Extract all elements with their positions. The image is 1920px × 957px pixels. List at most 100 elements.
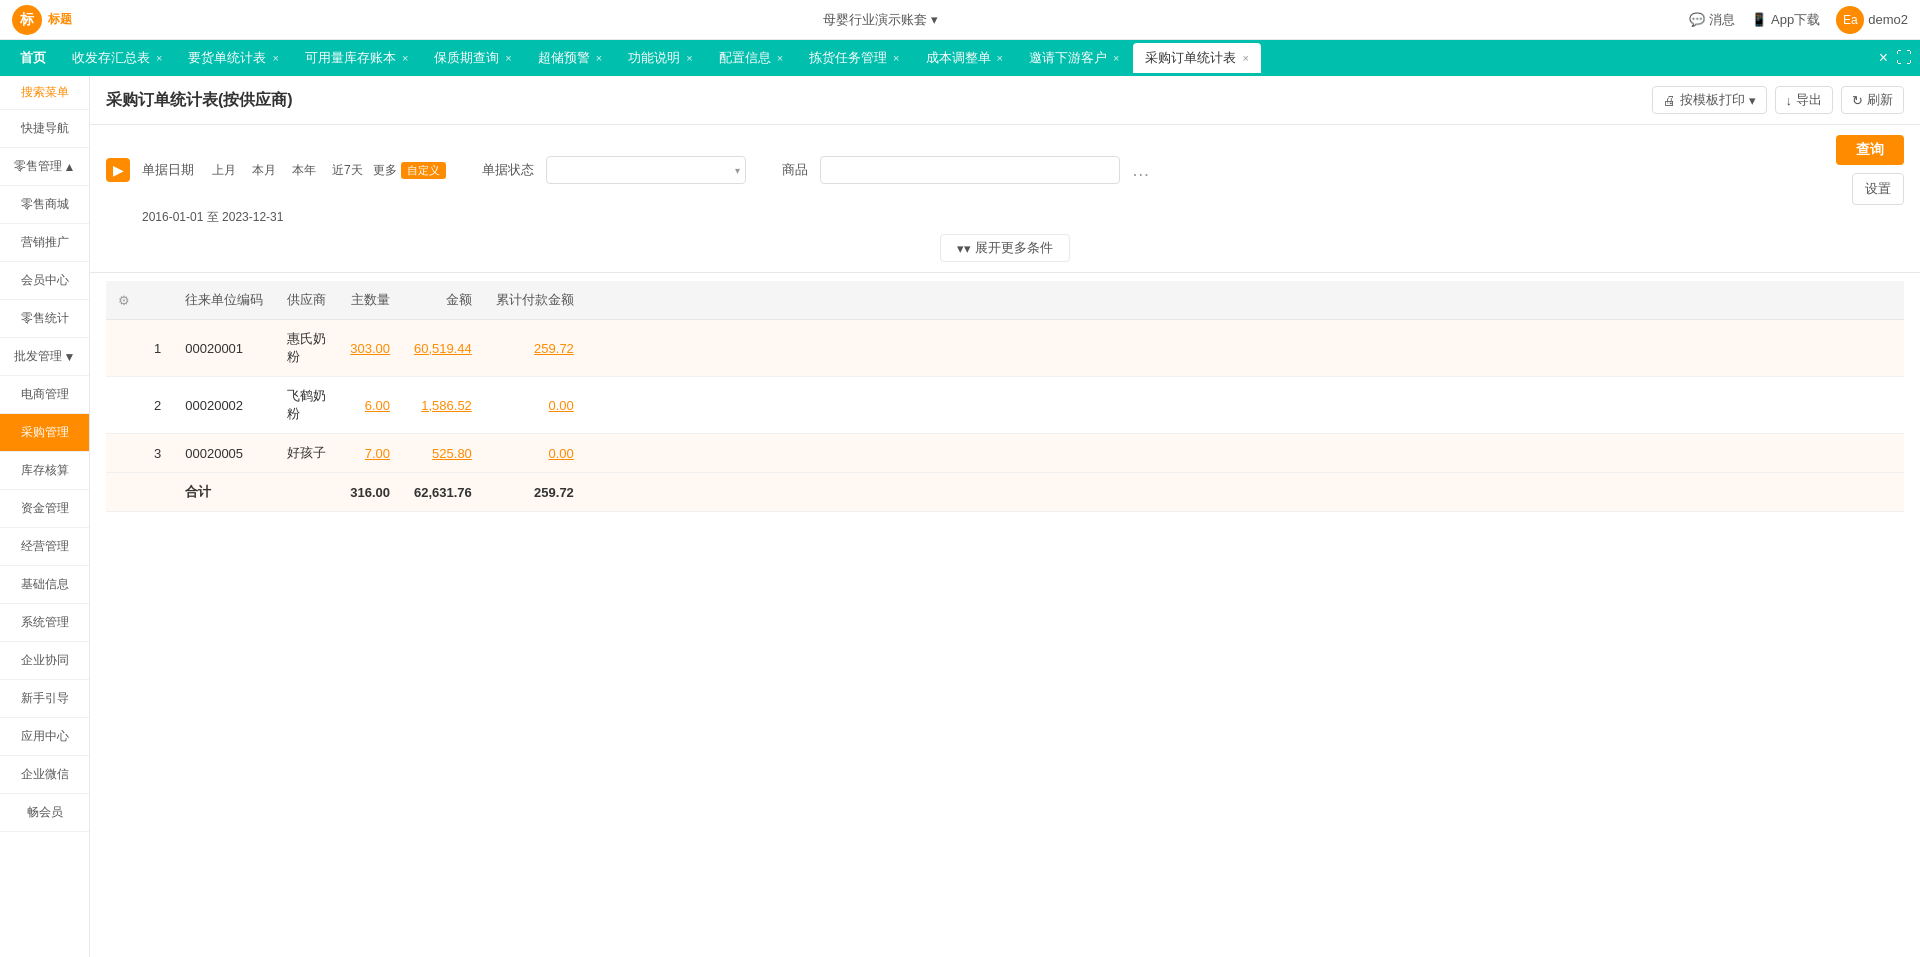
tab-shoufahuizong-label: 收发存汇总表 [72, 49, 150, 67]
tab-yaoqingxiayouke[interactable]: 邀请下游客户 × [1017, 43, 1131, 73]
row-amount: 525.80 [402, 434, 484, 473]
app-label: App下载 [1771, 11, 1820, 29]
tab-gongnengshuo-close-icon[interactable]: × [686, 52, 692, 64]
date-shortcut-more[interactable]: 更多 [373, 162, 397, 179]
tab-shoufahuizong[interactable]: 收发存汇总表 × [60, 43, 174, 73]
sidebar-qiye-label: 企业协同 [21, 653, 69, 667]
tab-yaohuodantongji[interactable]: 要货单统计表 × [176, 43, 290, 73]
date-shortcut-last-month[interactable]: 上月 [206, 160, 242, 181]
sidebar-item-jichuxinxi[interactable]: 基础信息 [0, 566, 89, 604]
sidebar-item-kuaijiedaohang[interactable]: 快捷导航 [0, 110, 89, 148]
row-settings-cell[interactable] [106, 434, 142, 473]
user-avatar-text: Ea [1843, 13, 1858, 27]
row-index: 2 [142, 377, 173, 434]
sidebar-item-changhui[interactable]: 畅会员 [0, 794, 89, 832]
sidebar-item-dianshanguanli[interactable]: 电商管理 [0, 376, 89, 414]
sidebar-item-yingxiaotuiguang[interactable]: 营销推广 [0, 224, 89, 262]
refresh-button[interactable]: ↻ 刷新 [1841, 86, 1904, 114]
status-select[interactable] [546, 156, 746, 184]
tab-chengbentiaozhen-label: 成本调整单 [926, 49, 991, 67]
col-unit-code-header: 往来单位编码 [173, 281, 275, 320]
tab-baobaoqixian-close-icon[interactable]: × [505, 52, 511, 64]
query-button[interactable]: 查询 [1836, 135, 1904, 165]
row-paid-amount: 0.00 [484, 434, 586, 473]
row-settings-cell[interactable] [106, 377, 142, 434]
status-select-wrapper: ▾ [546, 156, 746, 184]
sidebar-item-sousuoyingdan[interactable]: 搜索菜单 [0, 76, 89, 110]
col-settings-header[interactable]: ⚙ [106, 281, 142, 320]
app-download-button[interactable]: 📱 App下载 [1751, 11, 1820, 29]
sidebar-item-caigouguanli[interactable]: 采购管理 [0, 414, 89, 452]
expand-more-button[interactable]: ▾▾ 展开更多条件 [940, 234, 1070, 262]
app-icon: 📱 [1751, 12, 1767, 27]
row-unit-code: 00020002 [173, 377, 275, 434]
tab-yaoqingxiayouke-label: 邀请下游客户 [1029, 49, 1107, 67]
date-shortcut-this-month[interactable]: 本月 [246, 160, 282, 181]
sidebar-item-zijinguanli[interactable]: 资金管理 [0, 490, 89, 528]
tab-keyongliangkucun-close-icon[interactable]: × [402, 52, 408, 64]
tab-peizhixinxi-close-icon[interactable]: × [777, 52, 783, 64]
settings-button[interactable]: 设置 [1852, 173, 1904, 205]
tab-home[interactable]: 首页 [8, 43, 58, 73]
export-label: 导出 [1796, 91, 1822, 109]
filter-toggle-button[interactable]: ▶ [106, 158, 130, 182]
tab-peizhixinxi[interactable]: 配置信息 × [707, 43, 795, 73]
filter-date-range: 2016-01-01 至 2023-12-31 [142, 209, 283, 226]
sidebar-item-jingyinguanli[interactable]: 经营管理 [0, 528, 89, 566]
sidebar-item-yingyongzhongxin[interactable]: 应用中心 [0, 718, 89, 756]
sidebar-kucun-label: 库存核算 [21, 463, 69, 477]
date-custom-badge[interactable]: 自定义 [401, 162, 446, 179]
sidebar-item-pifaguanli[interactable]: 批发管理 ▼ [0, 338, 89, 376]
date-shortcut-this-year[interactable]: 本年 [286, 160, 322, 181]
sidebar-changhui-label: 畅会员 [27, 805, 63, 819]
tab-yaohuodantongji-label: 要货单统计表 [188, 49, 266, 67]
sidebar-item-qiyeweixin[interactable]: 企业微信 [0, 756, 89, 794]
tab-baobaoqixian[interactable]: 保质期查询 × [422, 43, 523, 73]
logo-text: 标题 [48, 11, 72, 28]
print-button[interactable]: 🖨 按模板打印 ▾ [1652, 86, 1767, 114]
row-supplier: 好孩子 [275, 434, 338, 473]
close-all-icon[interactable]: × [1879, 49, 1888, 67]
goods-more-icon[interactable]: … [1132, 161, 1150, 179]
sidebar-item-huiyuanzhongxin[interactable]: 会员中心 [0, 262, 89, 300]
sidebar-item-xinshouyindao[interactable]: 新手引导 [0, 680, 89, 718]
message-icon: 💬 [1689, 12, 1705, 27]
message-button[interactable]: 💬 消息 [1689, 11, 1735, 29]
export-button[interactable]: ↓ 导出 [1775, 86, 1834, 114]
tab-gongnengshuo[interactable]: 功能说明 × [616, 43, 704, 73]
tab-shoufahuizong-close-icon[interactable]: × [156, 52, 162, 64]
sidebar-item-lingshoushangyebiaooti[interactable]: 零售管理 ▲ [0, 148, 89, 186]
sidebar-yingyong-label: 应用中心 [21, 729, 69, 743]
sidebar-item-lingshoutongji[interactable]: 零售统计 [0, 300, 89, 338]
workspace-selector[interactable]: 母婴行业演示账套 ▾ [823, 11, 938, 29]
tab-chaochuyujing[interactable]: 超储预警 × [526, 43, 614, 73]
page-title: 采购订单统计表(按供应商) [106, 90, 293, 111]
logo-letter: 标 [20, 11, 34, 29]
sidebar-item-qiyexietong[interactable]: 企业协同 [0, 642, 89, 680]
row-settings-cell[interactable] [106, 320, 142, 377]
tab-paihuorenwu[interactable]: 拣货任务管理 × [797, 43, 911, 73]
tab-chengbentiaozhen-close-icon[interactable]: × [997, 52, 1003, 64]
sidebar-pifa-label: 批发管理 [14, 348, 62, 365]
user-area[interactable]: Ea demo2 [1836, 6, 1908, 34]
sidebar-item-kucunhecuan[interactable]: 库存核算 [0, 452, 89, 490]
tab-yaohuodantongji-close-icon[interactable]: × [272, 52, 278, 64]
table-row: 3 00020005 好孩子 7.00 525.80 0.00 [106, 434, 1904, 473]
fullscreen-icon[interactable]: ⛶ [1896, 49, 1912, 67]
table-row: 1 00020001 惠氏奶粉 303.00 60,519.44 259.72 [106, 320, 1904, 377]
tab-keyongliangkucun[interactable]: 可用量库存账本 × [293, 43, 420, 73]
tab-chaochuyujing-close-icon[interactable]: × [596, 52, 602, 64]
date-shortcut-7days[interactable]: 近7天 [326, 160, 369, 181]
sidebar-item-lingshoushangyebiaooti2[interactable]: 零售商城 [0, 186, 89, 224]
sidebar-item-xitonguanli[interactable]: 系统管理 [0, 604, 89, 642]
tab-chaochuyujing-label: 超储预警 [538, 49, 590, 67]
tab-caigoudingtantongji-close-icon[interactable]: × [1242, 52, 1248, 64]
goods-input[interactable] [820, 156, 1120, 184]
sidebar-pifa-arrow-icon: ▼ [64, 350, 76, 364]
tab-paihuorenwu-close-icon[interactable]: × [893, 52, 899, 64]
tab-chengbentiaozhen[interactable]: 成本调整单 × [914, 43, 1015, 73]
tab-yaoqingxiayouke-close-icon[interactable]: × [1113, 52, 1119, 64]
tab-caigoudingtantongji[interactable]: 采购订单统计表 × [1133, 43, 1260, 73]
filter-area: ▶ 单据日期 上月 本月 本年 近7天 更多 自定义 单据状态 ▾ [90, 125, 1920, 273]
sidebar-lingshou-arrow-icon: ▲ [64, 160, 76, 174]
